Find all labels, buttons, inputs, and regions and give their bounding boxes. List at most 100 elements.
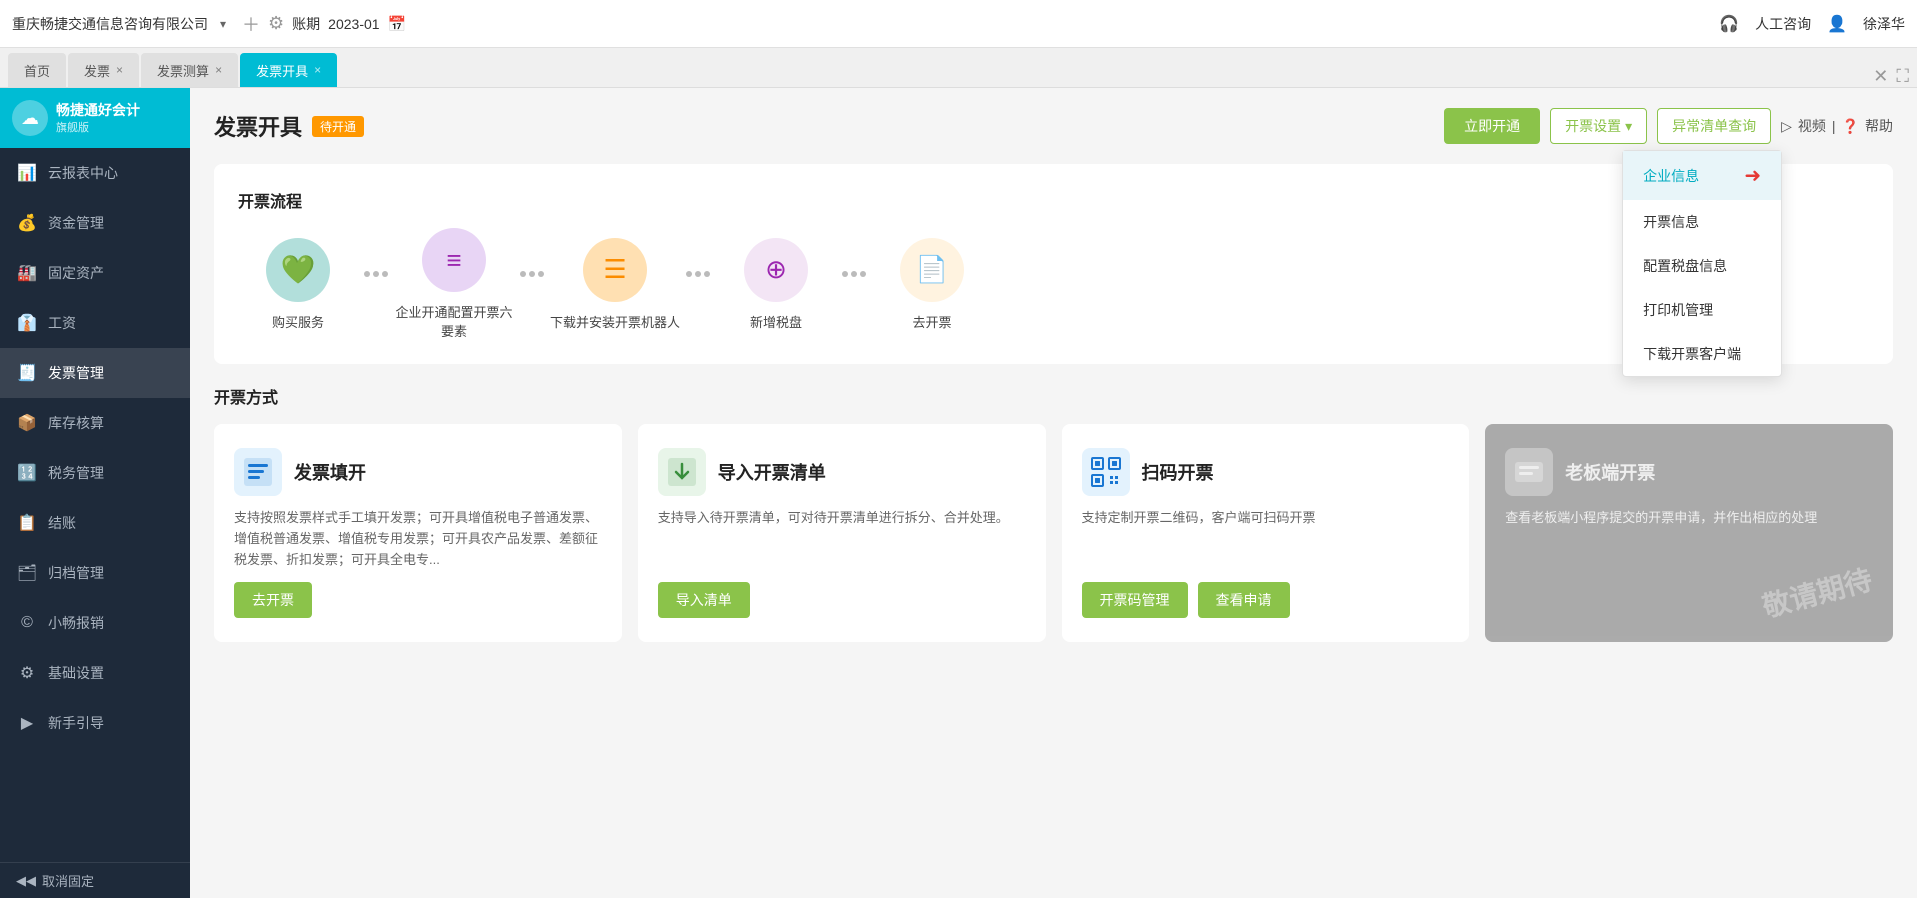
- status-badge: 待开通: [312, 116, 364, 137]
- user-avatar: 👤: [1827, 14, 1847, 34]
- flow-label-3: 下载并安装开票机器人: [550, 312, 680, 331]
- sidebar-item-guidang[interactable]: 🗂 归档管理: [0, 548, 190, 598]
- company-name: 重庆畅捷交通信息咨询有限公司: [12, 14, 208, 34]
- sidebar-label-xiaochang: 小畅报销: [48, 613, 104, 633]
- sidebar-label-jiezhang: 结账: [48, 513, 76, 533]
- dropdown-item-printer[interactable]: 打印机管理: [1623, 288, 1781, 332]
- tab-invoice-close[interactable]: ×: [116, 63, 123, 77]
- dropdown-item-invoice-info[interactable]: 开票信息: [1623, 200, 1781, 244]
- sidebar-bottom[interactable]: ◀◀ 取消固定: [0, 862, 190, 898]
- tab-invoice[interactable]: 发票 ×: [68, 53, 139, 87]
- method-icon-import: [658, 448, 706, 496]
- jiezhang-icon: 📋: [16, 512, 38, 534]
- calendar-icon[interactable]: 📅: [388, 15, 407, 33]
- dropdown-item-download-client[interactable]: 下载开票客户端: [1623, 332, 1781, 376]
- content-area: 发票开具 待开通 立即开通 开票设置 ▾: [190, 88, 1917, 898]
- pin-icon: ◀◀: [16, 873, 36, 889]
- flow-step-3: ☰ 下载并安装开票机器人: [550, 238, 680, 331]
- sidebar-item-jichushezhi[interactable]: ⚙ 基础设置: [0, 648, 190, 698]
- sidebar-label-gongzi: 工资: [48, 313, 76, 333]
- sidebar-item-xiaochang[interactable]: © 小畅报销: [0, 598, 190, 648]
- dropdown-item-tax-config[interactable]: 配置税盘信息: [1623, 244, 1781, 288]
- settings-dropdown-menu: 企业信息 ➜ 开票信息 配置税盘信息 打印机管理: [1622, 150, 1782, 377]
- method-icon-boss: [1505, 448, 1553, 496]
- method-footer-fill: 去开票: [234, 582, 602, 618]
- method-title-boss: 老板端开票: [1565, 459, 1655, 485]
- sidebar-item-gudingzichan[interactable]: 🏭 固定资产: [0, 248, 190, 298]
- settings-button[interactable]: 开票设置 ▾: [1550, 108, 1647, 144]
- logo-icon: ☁: [12, 100, 48, 136]
- help-button[interactable]: ▷ 视频 | ❓ 帮助: [1781, 116, 1893, 136]
- sidebar-item-gongzi[interactable]: 👔 工资: [0, 298, 190, 348]
- sidebar-item-shuiwu[interactable]: 🔢 税务管理: [0, 448, 190, 498]
- jichushezhi-icon: ⚙: [16, 662, 38, 684]
- tab-invoice-calc-label: 发票测算: [157, 61, 209, 80]
- activate-button[interactable]: 立即开通: [1444, 108, 1540, 144]
- flow-step-2: ≡ 企业开通配置开票六要素: [394, 228, 514, 340]
- sidebar: ☁ 畅捷通好会计 旗舰版 📊 云报表中心 💰 资金管理 🏭 固定资产: [0, 88, 190, 898]
- flow-icon-3: ☰: [583, 238, 647, 302]
- flow-step-5: 📄 去开票: [872, 238, 992, 331]
- method-header-fill: 发票填开: [234, 448, 602, 496]
- tab-home-label: 首页: [24, 61, 50, 80]
- sidebar-item-fapiao[interactable]: 🧾 发票管理: [0, 348, 190, 398]
- sidebar-label-kucun: 库存核算: [48, 413, 104, 433]
- tab-invoice-issue-close[interactable]: ×: [314, 63, 321, 77]
- dropdown-company-info-label: 企业信息: [1643, 166, 1699, 186]
- qr-manage-button[interactable]: 开票码管理: [1082, 582, 1188, 618]
- company-dropdown-arrow[interactable]: ▾: [220, 17, 226, 31]
- method-desc-scan: 支持定制开票二维码，客户端可扫码开票: [1082, 508, 1450, 570]
- period-value: 2023-01: [328, 16, 379, 32]
- sidebar-item-yunbao[interactable]: 📊 云报表中心: [0, 148, 190, 198]
- red-arrow-icon: ➜: [1744, 163, 1761, 188]
- dropdown-invoice-info-label: 开票信息: [1643, 214, 1699, 230]
- guidang-icon: 🗂: [16, 562, 38, 584]
- flow-label-2: 企业开通配置开票六要素: [394, 302, 514, 340]
- tab-invoice-issue[interactable]: 发票开具 ×: [240, 53, 337, 87]
- page-title: 发票开具: [214, 110, 302, 142]
- yunbao-icon: 📊: [16, 162, 38, 184]
- help-circle-icon: ❓: [1842, 118, 1859, 135]
- fill-invoice-button[interactable]: 去开票: [234, 582, 312, 618]
- sidebar-item-jiezhang[interactable]: 📋 结账: [0, 498, 190, 548]
- logo-text: 畅捷通好会计: [56, 101, 140, 119]
- support-label[interactable]: 人工咨询: [1755, 14, 1811, 34]
- dropdown-item-company-info[interactable]: 企业信息 ➜: [1623, 151, 1781, 200]
- tab-home[interactable]: 首页: [8, 53, 66, 87]
- dropdown-tax-config-label: 配置税盘信息: [1643, 258, 1727, 274]
- tab-invoice-issue-label: 发票开具: [256, 61, 308, 80]
- add-button[interactable]: ＋: [242, 11, 260, 37]
- tab-invoice-calc[interactable]: 发票测算 ×: [141, 53, 238, 87]
- flow-icon-1: 💚: [266, 238, 330, 302]
- close-window-icon[interactable]: ✕: [1873, 66, 1888, 87]
- user-name[interactable]: 徐泽华: [1863, 14, 1905, 34]
- sidebar-item-zijin[interactable]: 💰 资金管理: [0, 198, 190, 248]
- flow-connector-2: [520, 271, 544, 277]
- tab-invoice-calc-close[interactable]: ×: [215, 63, 222, 77]
- settings-icon[interactable]: ⚙: [268, 13, 284, 34]
- fapiao-icon: 🧾: [16, 362, 38, 384]
- sidebar-item-xinshouyin[interactable]: ▶ 新手引导: [0, 698, 190, 748]
- abnormal-button[interactable]: 异常清单查询: [1657, 108, 1771, 144]
- method-icon-scan: [1082, 448, 1130, 496]
- maximize-icon[interactable]: ⛶: [1896, 66, 1909, 87]
- sidebar-item-kucun[interactable]: 📦 库存核算: [0, 398, 190, 448]
- flow-icon-5: 📄: [900, 238, 964, 302]
- sidebar-label-jichushezhi: 基础设置: [48, 663, 104, 683]
- method-card-import: 导入开票清单 支持导入待开票清单，可对待开票清单进行拆分、合并处理。 导入清单: [638, 424, 1046, 642]
- flow-icon-2: ≡: [422, 228, 486, 292]
- gudingzichan-icon: 🏭: [16, 262, 38, 284]
- flow-connector-3: [686, 271, 710, 277]
- method-desc-import: 支持导入待开票清单，可对待开票清单进行拆分、合并处理。: [658, 508, 1026, 570]
- period-label: 账期: [292, 14, 320, 34]
- method-title-scan: 扫码开票: [1142, 459, 1214, 485]
- flow-icon-4: ⊕: [744, 238, 808, 302]
- method-desc-fill: 支持按照发票样式手工填开发票；可开具增值税电子普通发票、增值税普通发票、增值税专…: [234, 508, 602, 570]
- sidebar-label-fapiao: 发票管理: [48, 363, 104, 383]
- import-list-button[interactable]: 导入清单: [658, 582, 750, 618]
- flow-label-5: 去开票: [913, 312, 952, 331]
- sidebar-logo: ☁ 畅捷通好会计 旗舰版: [0, 88, 190, 148]
- xinshouyin-icon: ▶: [16, 712, 38, 734]
- settings-dropdown-wrapper: 开票设置 ▾ 企业信息 ➜ 开票信息: [1550, 108, 1647, 144]
- view-application-button[interactable]: 查看申请: [1198, 582, 1290, 618]
